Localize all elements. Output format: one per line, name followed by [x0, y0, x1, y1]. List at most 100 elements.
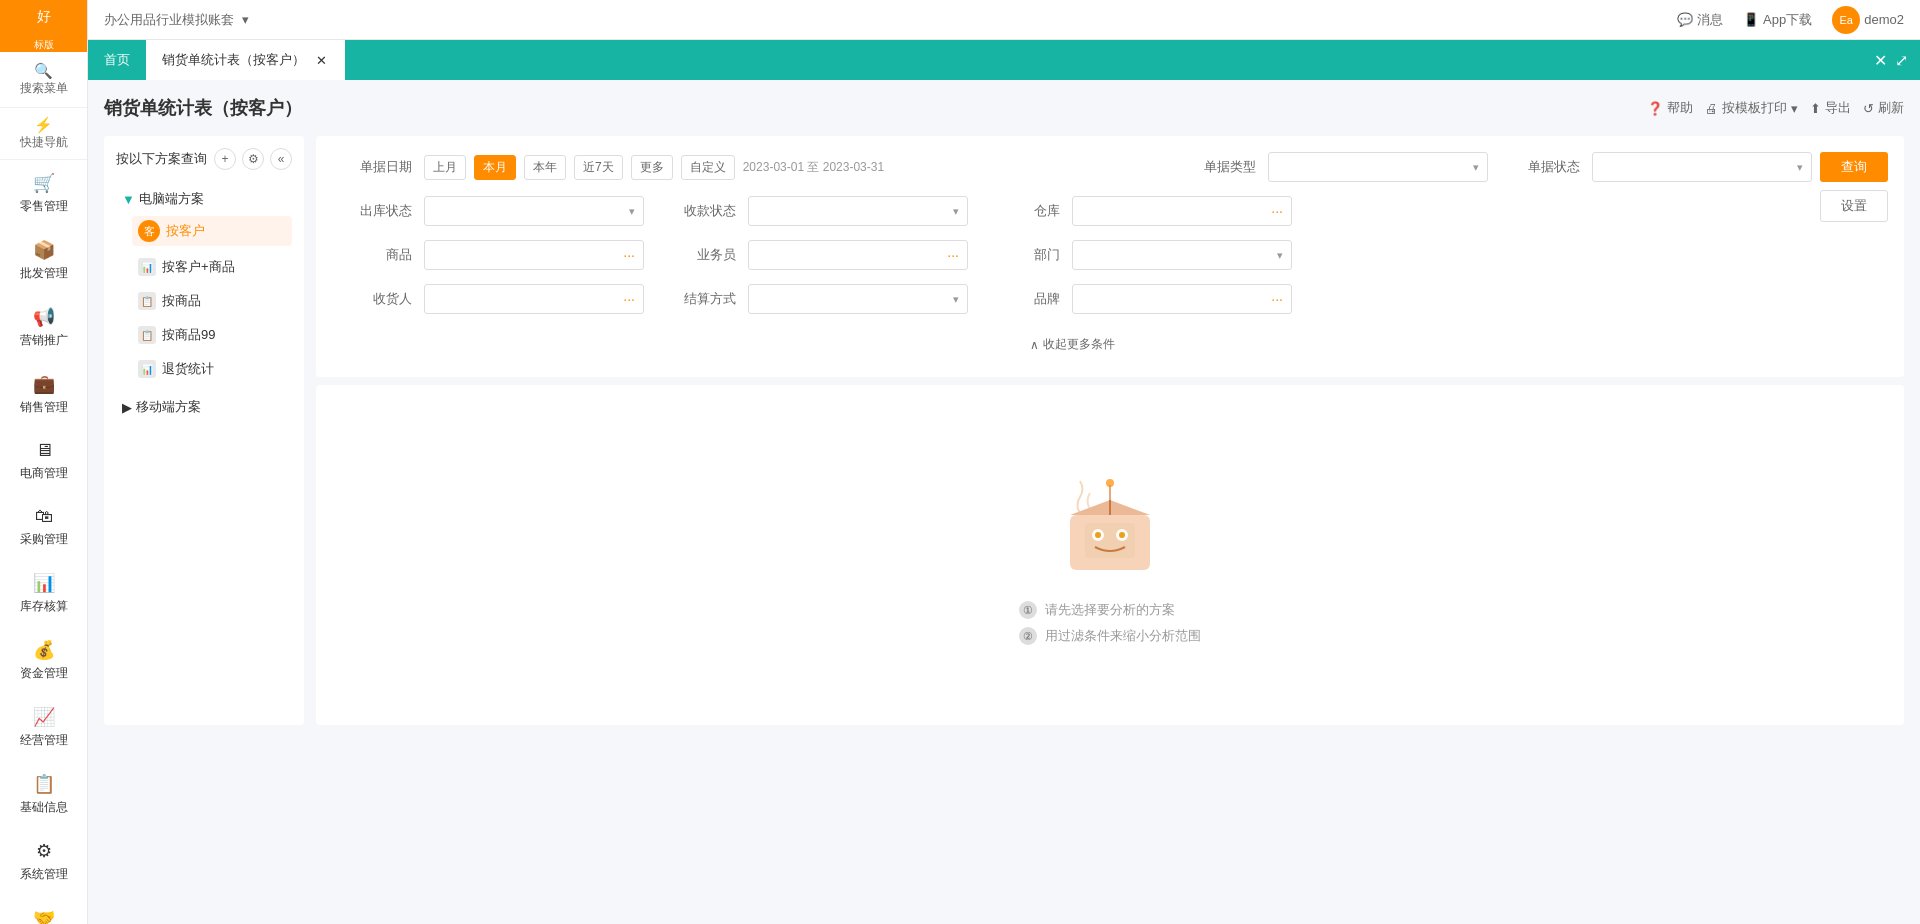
cooperation-icon: 🤝 — [33, 907, 55, 924]
salesman-input[interactable]: ··· — [748, 240, 968, 270]
out-status-select[interactable]: ▾ — [424, 196, 644, 226]
date-btn-this-month[interactable]: 本月 — [474, 155, 516, 180]
tree-parent-mobile[interactable]: ▶ 移动端方案 — [116, 394, 292, 420]
message-icon: 💬 — [1677, 12, 1693, 27]
payment-select[interactable]: ▾ — [748, 284, 968, 314]
page-title: 销货单统计表（按客户） — [104, 96, 302, 120]
tabbar-close-icon[interactable]: ✕ — [1874, 51, 1887, 70]
tree-arrow-down-icon: ▼ — [122, 192, 135, 207]
filter-fields-area: 单据日期 上月 本月 本年 近7天 更多 自定义 2023-03-01 至 20… — [332, 152, 1812, 361]
empty-state: ① 请先选择要分析的方案 ② 用过滤条件来缩小分析范围 — [316, 385, 1904, 725]
export-action[interactable]: ⬆ 导出 — [1810, 99, 1851, 117]
receipt-status-dropdown-icon: ▾ — [953, 205, 959, 218]
collapse-bar[interactable]: ∧ 收起更多条件 — [332, 328, 1812, 361]
tree-item-label-returns[interactable]: 📊 退货统计 — [132, 356, 292, 382]
topbar-app-download[interactable]: 📱 App下载 — [1743, 11, 1812, 29]
avatar: Ea — [1832, 6, 1860, 34]
sidebar-item-purchase[interactable]: 🛍 采购管理 — [0, 494, 87, 560]
filter-row-2: 出库状态 ▾ 收款状态 ▾ 仓库 — [332, 196, 1812, 226]
receiver-input[interactable]: ··· — [424, 284, 644, 314]
topbar-left: 办公用品行业模拟账套 ▾ — [104, 11, 249, 29]
refresh-icon: ↺ — [1863, 101, 1874, 116]
tree-item-label-goods99[interactable]: 📋 按商品99 — [132, 322, 292, 348]
tree-item-label-customer-goods[interactable]: 📊 按客户+商品 — [132, 254, 292, 280]
empty-illustration — [1050, 465, 1170, 585]
query-button[interactable]: 查询 — [1820, 152, 1888, 182]
sidebar-logo[interactable]: 好 标版 — [0, 0, 87, 52]
inventory-icon: 📊 — [33, 572, 55, 594]
topbar-message[interactable]: 💬 消息 — [1677, 11, 1723, 29]
page-header: 销货单统计表（按客户） ❓ 帮助 🖨 按模板打印 ▾ ⬆ 导出 ↺ 刷新 — [104, 96, 1904, 120]
tabbar-expand-icon[interactable]: ⤢ — [1895, 51, 1908, 70]
customer-scheme-icon: 客 — [138, 220, 160, 242]
tree-item-goods99[interactable]: 📋 按商品99 — [132, 318, 292, 352]
sidebar-item-inventory[interactable]: 📊 库存核算 — [0, 560, 87, 627]
goods-icon: 📋 — [138, 292, 156, 310]
sidebar-item-finance[interactable]: 💰 资金管理 — [0, 627, 87, 694]
sidebar-item-marketing[interactable]: 📢 营销推广 — [0, 294, 87, 361]
customer-goods-icon: 📊 — [138, 258, 156, 276]
date-btn-more[interactable]: 更多 — [631, 155, 673, 180]
tab-close-icon[interactable]: ✕ — [313, 52, 329, 68]
tree-item-customer-goods[interactable]: 📊 按客户+商品 — [132, 250, 292, 284]
date-btn-last-month[interactable]: 上月 — [424, 155, 466, 180]
tree-item-by-goods[interactable]: 📋 按商品 — [132, 284, 292, 318]
sales-icon: 💼 — [33, 373, 55, 395]
sidebar-item-ecommerce[interactable]: 🖥 电商管理 — [0, 428, 87, 494]
settings-scheme-button[interactable]: ⚙ — [242, 148, 264, 170]
brand-dots-icon: ··· — [1271, 291, 1283, 307]
refresh-action[interactable]: ↺ 刷新 — [1863, 99, 1904, 117]
goods-input[interactable]: ··· — [424, 240, 644, 270]
finance-icon: 💰 — [33, 639, 55, 661]
page-content: 销货单统计表（按客户） ❓ 帮助 🖨 按模板打印 ▾ ⬆ 导出 ↺ 刷新 — [88, 80, 1920, 924]
warehouse-label: 仓库 — [980, 202, 1060, 220]
sidebar-search-item[interactable]: 🔍 搜索菜单 — [0, 52, 87, 108]
help-icon: ❓ — [1647, 101, 1663, 116]
date-btn-last7days[interactable]: 近7天 — [574, 155, 623, 180]
tree-item-by-customer[interactable]: 客 按客户 — [132, 212, 292, 250]
topbar-user[interactable]: Ea demo2 — [1832, 6, 1904, 34]
sidebar-item-wholesale[interactable]: 📦 批发管理 — [0, 227, 87, 294]
warehouse-dots-icon: ··· — [1271, 203, 1283, 219]
date-group: 上月 本月 本年 近7天 更多 自定义 2023-03-01 至 2023-03… — [424, 155, 1164, 180]
sidebar-quick-nav[interactable]: ⚡ 快捷导航 — [0, 108, 87, 160]
retail-icon: 🛒 — [33, 172, 55, 194]
hint-2: ② 用过滤条件来缩小分析范围 — [1019, 627, 1201, 645]
empty-state-panel: ① 请先选择要分析的方案 ② 用过滤条件来缩小分析范围 — [316, 385, 1904, 725]
brand-label: 品牌 — [980, 290, 1060, 308]
order-type-select[interactable]: ▾ — [1268, 152, 1488, 182]
logo-icon: 好 — [26, 0, 62, 36]
print-action[interactable]: 🖨 按模板打印 ▾ — [1705, 99, 1798, 117]
sidebar-item-operations[interactable]: 📈 经营管理 — [0, 694, 87, 761]
tree-item-returns[interactable]: 📊 退货统计 — [132, 352, 292, 386]
order-status-select[interactable]: ▾ — [1592, 152, 1812, 182]
date-btn-this-year[interactable]: 本年 — [524, 155, 566, 180]
tab-home[interactable]: 首页 — [88, 40, 146, 80]
department-select[interactable]: ▾ — [1072, 240, 1292, 270]
filter-row-4: 收货人 ··· 结算方式 ▾ 品牌 — [332, 284, 1812, 314]
tree-item-label-customer[interactable]: 客 按客户 — [132, 216, 292, 246]
collapse-panel-button[interactable]: « — [270, 148, 292, 170]
date-label: 单据日期 — [332, 158, 412, 176]
right-area: 单据日期 上月 本月 本年 近7天 更多 自定义 2023-03-01 至 20… — [316, 136, 1904, 725]
tree-parent-desktop[interactable]: ▼ 电脑端方案 — [116, 186, 292, 212]
system-icon: ⚙ — [36, 840, 52, 862]
sidebar-item-system[interactable]: ⚙ 系统管理 — [0, 828, 87, 895]
settings-button[interactable]: 设置 — [1820, 190, 1888, 222]
brand-input[interactable]: ··· — [1072, 284, 1292, 314]
sidebar-item-cooperation[interactable]: 🤝 企业协同 — [0, 895, 87, 924]
topbar-dropdown[interactable]: ▾ — [242, 12, 249, 27]
collapse-up-icon: ∧ — [1030, 338, 1039, 352]
warehouse-input[interactable]: ··· — [1072, 196, 1292, 226]
receipt-status-select[interactable]: ▾ — [748, 196, 968, 226]
sidebar-item-sales[interactable]: 💼 销售管理 — [0, 361, 87, 428]
help-action[interactable]: ❓ 帮助 — [1647, 99, 1693, 117]
order-status-dropdown-icon: ▾ — [1797, 161, 1803, 174]
tab-sales-stat[interactable]: 销货单统计表（按客户） ✕ — [146, 40, 345, 80]
sidebar-item-retail[interactable]: 🛒 零售管理 — [0, 160, 87, 227]
tree-item-label-goods[interactable]: 📋 按商品 — [132, 288, 292, 314]
add-scheme-button[interactable]: + — [214, 148, 236, 170]
goods-label: 商品 — [332, 246, 412, 264]
sidebar-item-basic-info[interactable]: 📋 基础信息 — [0, 761, 87, 828]
date-btn-custom[interactable]: 自定义 — [681, 155, 735, 180]
